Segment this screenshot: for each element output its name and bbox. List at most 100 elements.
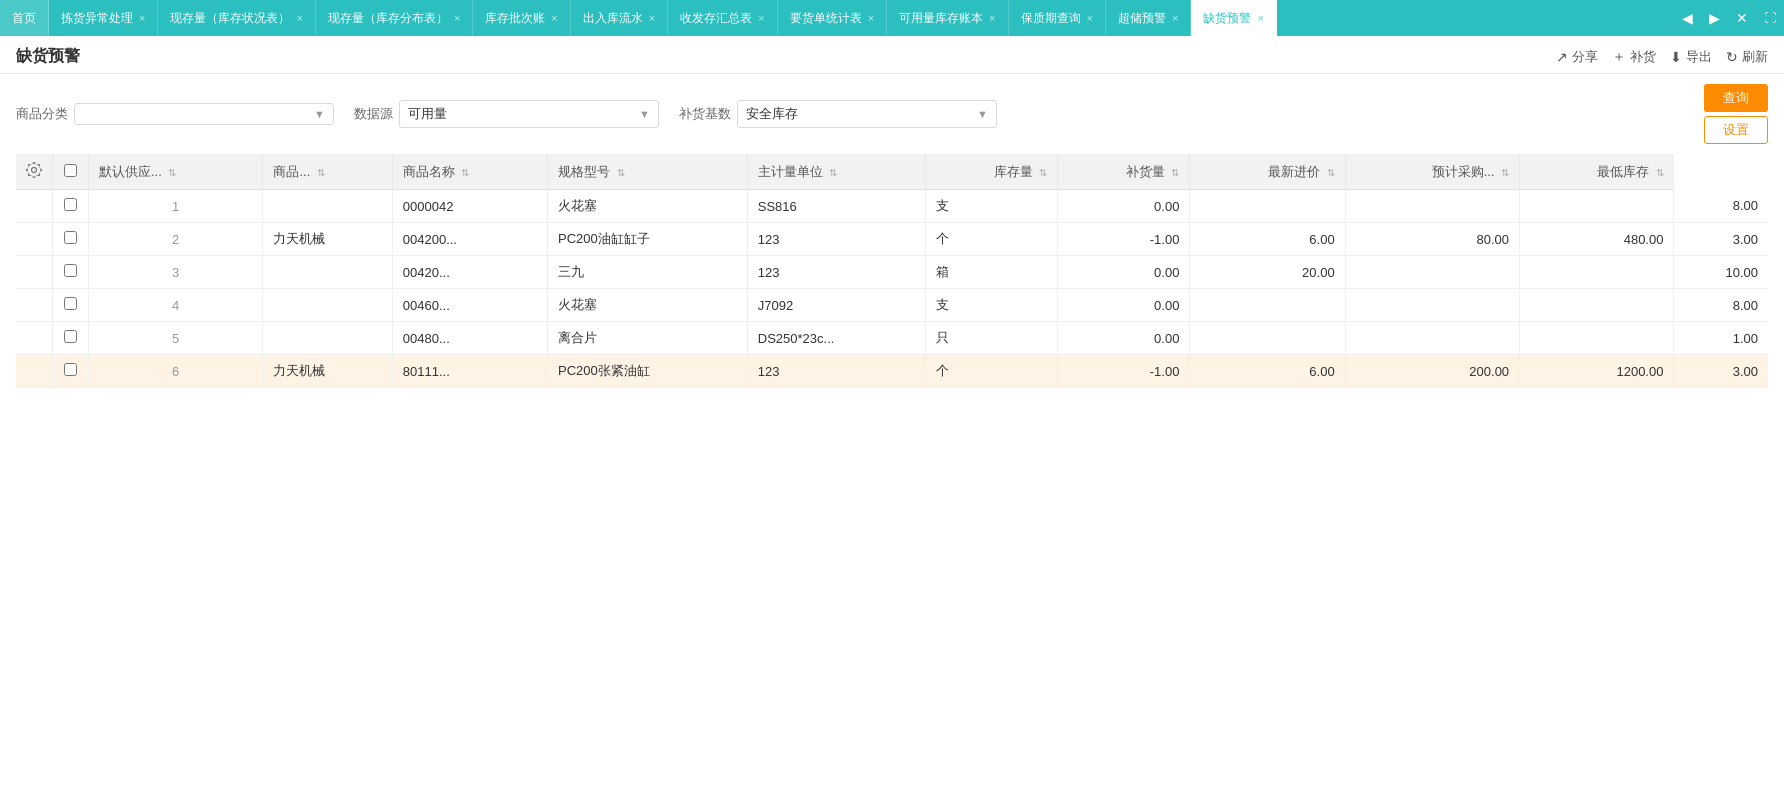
table-row: 4 00460... 火花塞 J7092 支 0.00 8.00 — [16, 289, 1768, 322]
column-spec[interactable]: 规格型号 ⇅ — [548, 154, 748, 190]
tab-inventory-status-close[interactable]: × — [296, 12, 302, 24]
tab-expiry-query-close[interactable]: × — [1087, 12, 1093, 24]
row-product-code: 00420... — [392, 256, 547, 289]
main-content: 缺货预警 ↗ 分享 ＋ 补货 ⬇ 导出 ↻ 刷新 商品分类 — [0, 36, 1784, 796]
header-actions: ↗ 分享 ＋ 补货 ⬇ 导出 ↻ 刷新 — [1556, 48, 1768, 66]
replenish-action[interactable]: ＋ 补货 — [1612, 48, 1656, 66]
row-product-code: 80111... — [392, 355, 547, 388]
tab-available-ledger-close[interactable]: × — [989, 12, 995, 24]
column-product-code[interactable]: 商品... ⇅ — [263, 154, 392, 190]
tab-expiry-query[interactable]: 保质期查询 × — [1009, 0, 1106, 36]
row-stock-qty: 0.00 — [1058, 256, 1190, 289]
query-button[interactable]: 查询 — [1704, 84, 1768, 112]
tab-overstock-close[interactable]: × — [1172, 12, 1178, 24]
close-all-btn[interactable]: ✕ — [1728, 10, 1756, 26]
share-action[interactable]: ↗ 分享 — [1556, 48, 1598, 66]
row-replenish-qty — [1190, 190, 1345, 223]
category-chevron-icon: ▼ — [314, 108, 325, 120]
sort-icon-stock: ⇅ — [1039, 167, 1047, 178]
row-gear-cell — [16, 289, 53, 322]
row-product-code: 00460... — [392, 289, 547, 322]
category-select[interactable]: ▼ — [74, 103, 334, 125]
row-spec: 123 — [747, 223, 925, 256]
tab-collect-summary[interactable]: 收发存汇总表 × — [668, 0, 777, 36]
column-latest-price[interactable]: 最新进价 ⇅ — [1190, 154, 1345, 190]
column-product-name-label: 商品名称 — [403, 164, 455, 179]
column-replenish-qty[interactable]: 补货量 ⇅ — [1058, 154, 1190, 190]
row-checkbox-cell — [53, 355, 89, 388]
row-spec: J7092 — [747, 289, 925, 322]
row-stock-qty: 0.00 — [1058, 190, 1190, 223]
tab-expiry-query-label: 保质期查询 — [1021, 10, 1081, 27]
row-unit: 支 — [926, 289, 1058, 322]
row-checkbox-cell — [53, 322, 89, 355]
row-default-supplier — [263, 256, 392, 289]
tab-collect-summary-close[interactable]: × — [758, 12, 764, 24]
column-gear — [16, 154, 53, 190]
row-checkbox-4[interactable] — [64, 330, 77, 343]
category-filter-group: 商品分类 ▼ — [16, 103, 334, 125]
tab-batch-account[interactable]: 库存批次账 × — [473, 0, 570, 36]
row-min-stock: 10.00 — [1674, 256, 1768, 289]
tab-abnormal-label: 拣货异常处理 — [61, 10, 133, 27]
row-checkbox-5[interactable] — [64, 363, 77, 376]
row-checkbox-1[interactable] — [64, 231, 77, 244]
row-product-name: 离合片 — [548, 322, 748, 355]
sort-icon-supplier: ⇅ — [168, 167, 176, 178]
tab-batch-account-close[interactable]: × — [551, 12, 557, 24]
row-checkbox-2[interactable] — [64, 264, 77, 277]
column-unit[interactable]: 主计量单位 ⇅ — [747, 154, 925, 190]
column-est-purchase[interactable]: 预计采购... ⇅ — [1345, 154, 1519, 190]
tab-inout-flow-close[interactable]: × — [649, 12, 655, 24]
column-min-stock[interactable]: 最低库存 ⇅ — [1520, 154, 1674, 190]
tab-inventory-status[interactable]: 现存量（库存状况表） × — [158, 0, 315, 36]
tab-inventory-dist-close[interactable]: × — [454, 12, 460, 24]
export-icon: ⬇ — [1670, 49, 1682, 65]
tab-inventory-dist[interactable]: 现存量（库存分布表） × — [316, 0, 473, 36]
tab-overstock[interactable]: 超储预警 × — [1106, 0, 1191, 36]
fullscreen-btn[interactable]: ⛶ — [1756, 11, 1784, 25]
select-all-checkbox[interactable] — [64, 164, 77, 177]
column-default-supplier[interactable]: 默认供应... ⇅ — [89, 154, 263, 190]
tab-inventory-dist-label: 现存量（库存分布表） — [328, 10, 448, 27]
column-stock-qty[interactable]: 库存量 ⇅ — [926, 154, 1058, 190]
tab-collect-summary-label: 收发存汇总表 — [680, 10, 752, 27]
row-latest-price: 200.00 — [1345, 355, 1519, 388]
table-body: 1 0000042 火花塞 SS816 支 0.00 8.00 2 力天机械 0… — [16, 190, 1768, 388]
tab-inout-flow[interactable]: 出入库流水 × — [571, 0, 668, 36]
tab-shortage[interactable]: 缺货预警 × — [1191, 0, 1276, 36]
column-spec-label: 规格型号 — [558, 164, 610, 179]
replenish-label: 补货 — [1630, 48, 1656, 66]
tab-demand-stat-close[interactable]: × — [868, 12, 874, 24]
export-action[interactable]: ⬇ 导出 — [1670, 48, 1712, 66]
tab-abnormal-close[interactable]: × — [139, 12, 145, 24]
row-default-supplier: 力天机械 — [263, 223, 392, 256]
row-latest-price — [1345, 289, 1519, 322]
refresh-action[interactable]: ↻ 刷新 — [1726, 48, 1768, 66]
tab-demand-stat[interactable]: 要货单统计表 × — [778, 0, 887, 36]
scroll-left-btn[interactable]: ◀ — [1674, 10, 1701, 26]
row-num: 4 — [89, 289, 263, 322]
row-unit: 个 — [926, 223, 1058, 256]
tab-shortage-close[interactable]: × — [1257, 12, 1263, 24]
row-num: 3 — [89, 256, 263, 289]
tab-abnormal[interactable]: 拣货异常处理 × — [49, 0, 158, 36]
replenish-basis-select[interactable]: 安全库存 ▼ — [737, 100, 997, 128]
row-default-supplier — [263, 322, 392, 355]
tab-home[interactable]: 首页 — [0, 0, 49, 36]
scroll-right-btn[interactable]: ▶ — [1701, 10, 1728, 26]
gear-icon[interactable] — [26, 162, 42, 178]
datasource-select-value: 可用量 — [408, 105, 447, 123]
column-product-name[interactable]: 商品名称 ⇅ — [392, 154, 547, 190]
row-product-code: 004200... — [392, 223, 547, 256]
row-num: 2 — [89, 223, 263, 256]
tab-available-ledger[interactable]: 可用量库存账本 × — [887, 0, 1008, 36]
sort-icon-est: ⇅ — [1501, 167, 1509, 178]
datasource-select[interactable]: 可用量 ▼ — [399, 100, 659, 128]
row-checkbox-3[interactable] — [64, 297, 77, 310]
tab-shortage-label: 缺货预警 — [1203, 10, 1251, 27]
row-checkbox-cell — [53, 223, 89, 256]
settings-button[interactable]: 设置 — [1704, 116, 1768, 144]
row-checkbox-0[interactable] — [64, 198, 77, 211]
datasource-chevron-icon: ▼ — [639, 108, 650, 120]
